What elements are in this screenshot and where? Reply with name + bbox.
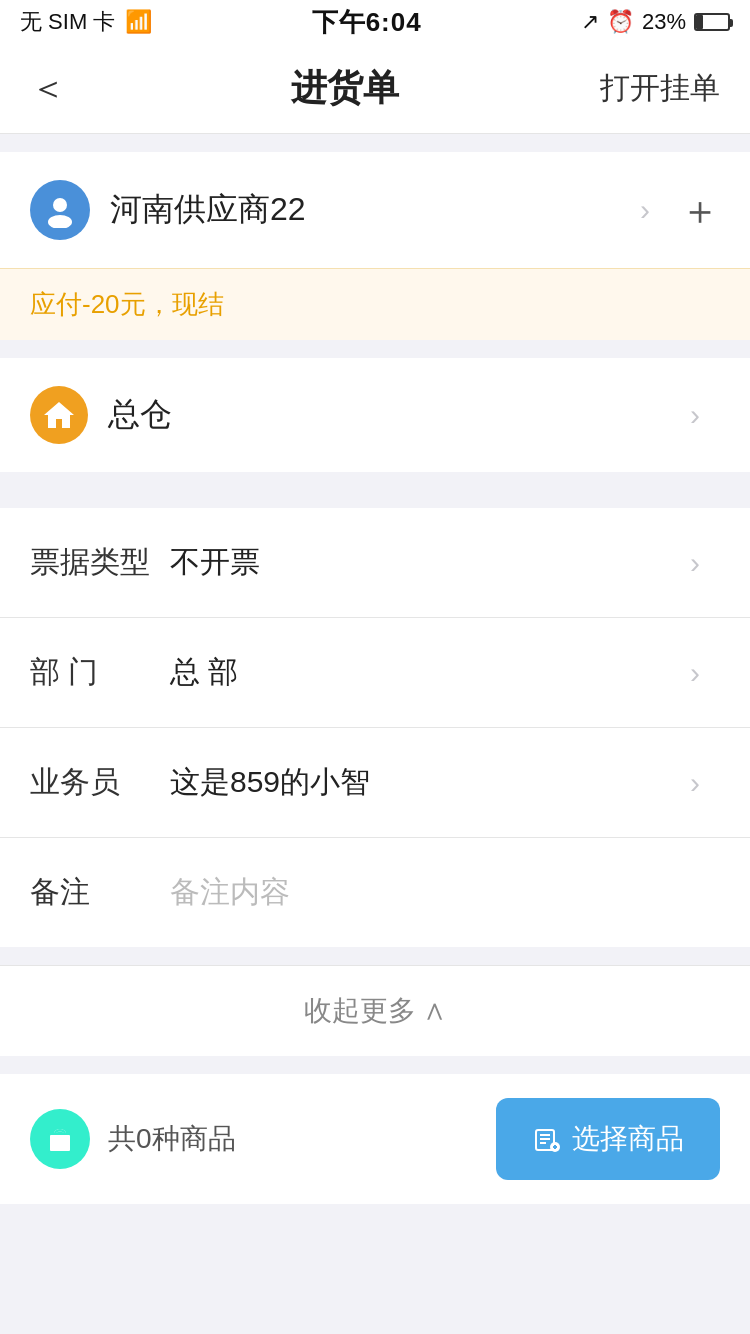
back-button[interactable]: ＜ — [30, 64, 90, 113]
wifi-icon: 📶 — [125, 9, 152, 35]
warehouse-name: 总仓 — [108, 393, 690, 437]
nav-bar: ＜ 进货单 打开挂单 — [0, 44, 750, 134]
product-count-text: 共0种商品 — [108, 1120, 496, 1158]
svg-point-1 — [48, 215, 72, 228]
alert-banner: 应付-20元，现结 — [0, 268, 750, 340]
svg-marker-2 — [44, 402, 74, 428]
avatar-icon — [42, 192, 78, 228]
mid-divider-1 — [0, 340, 750, 358]
salesperson-value: 这是859的小智 — [150, 762, 690, 803]
remarks-placeholder[interactable]: 备注内容 — [150, 872, 720, 913]
sim-label: 无 SIM 卡 — [20, 7, 115, 37]
add-supplier-button[interactable]: ＋ — [680, 183, 720, 238]
page-title: 进货单 — [291, 64, 399, 113]
invoice-type-value: 不开票 — [150, 542, 690, 583]
department-value: 总 部 — [150, 652, 690, 693]
svg-point-0 — [53, 198, 67, 212]
select-product-label: 选择商品 — [572, 1120, 684, 1158]
bottom-bar: 共0种商品 选择商品 — [0, 1074, 750, 1204]
status-left: 无 SIM 卡 📶 — [20, 7, 152, 37]
warehouse-chevron-icon: › — [690, 398, 700, 432]
salesperson-row[interactable]: 业务员 这是859的小智 › — [0, 728, 750, 838]
warehouse-card: 总仓 › — [0, 358, 750, 472]
supplier-card: 河南供应商22 › ＋ 应付-20元，现结 — [0, 152, 750, 340]
location-icon: ↗ — [581, 9, 599, 35]
top-divider — [0, 134, 750, 152]
salesperson-label: 业务员 — [30, 762, 150, 803]
status-right: ↗ ⏰ 23% — [581, 9, 730, 35]
shopping-bag-icon — [43, 1122, 77, 1156]
mid-divider-3 — [0, 1056, 750, 1074]
supplier-avatar — [30, 180, 90, 240]
form-section: 票据类型 不开票 › 部 门 总 部 › 业务员 这是859的小智 › 备注 备… — [0, 508, 750, 947]
department-chevron-icon: › — [690, 656, 700, 690]
battery-icon — [694, 13, 730, 31]
invoice-type-row[interactable]: 票据类型 不开票 › — [0, 508, 750, 618]
warehouse-icon — [42, 398, 76, 432]
open-pending-button[interactable]: 打开挂单 — [600, 68, 720, 109]
select-product-icon — [532, 1124, 562, 1154]
select-product-button[interactable]: 选择商品 — [496, 1098, 720, 1180]
supplier-name: 河南供应商22 — [110, 188, 640, 232]
department-row[interactable]: 部 门 总 部 › — [0, 618, 750, 728]
salesperson-chevron-icon: › — [690, 766, 700, 800]
battery-percent: 23% — [642, 9, 686, 35]
mid-divider-2 — [0, 472, 750, 490]
supplier-row[interactable]: 河南供应商22 › ＋ — [0, 152, 750, 268]
invoice-type-label: 票据类型 — [30, 542, 150, 583]
alarm-icon: ⏰ — [607, 9, 634, 35]
svg-rect-3 — [49, 1134, 71, 1152]
product-count-icon-wrap — [30, 1109, 90, 1169]
warehouse-row[interactable]: 总仓 › — [0, 358, 750, 472]
status-time: 下午6:04 — [312, 5, 422, 40]
status-bar: 无 SIM 卡 📶 下午6:04 ↗ ⏰ 23% — [0, 0, 750, 44]
invoice-type-chevron-icon: › — [690, 546, 700, 580]
warehouse-icon-wrap — [30, 386, 88, 444]
supplier-chevron-icon: › — [640, 193, 650, 227]
remarks-label: 备注 — [30, 872, 150, 913]
department-label: 部 门 — [30, 652, 150, 693]
remarks-row[interactable]: 备注 备注内容 — [0, 838, 750, 947]
collapse-toggle[interactable]: 收起更多 ∧ — [0, 965, 750, 1056]
